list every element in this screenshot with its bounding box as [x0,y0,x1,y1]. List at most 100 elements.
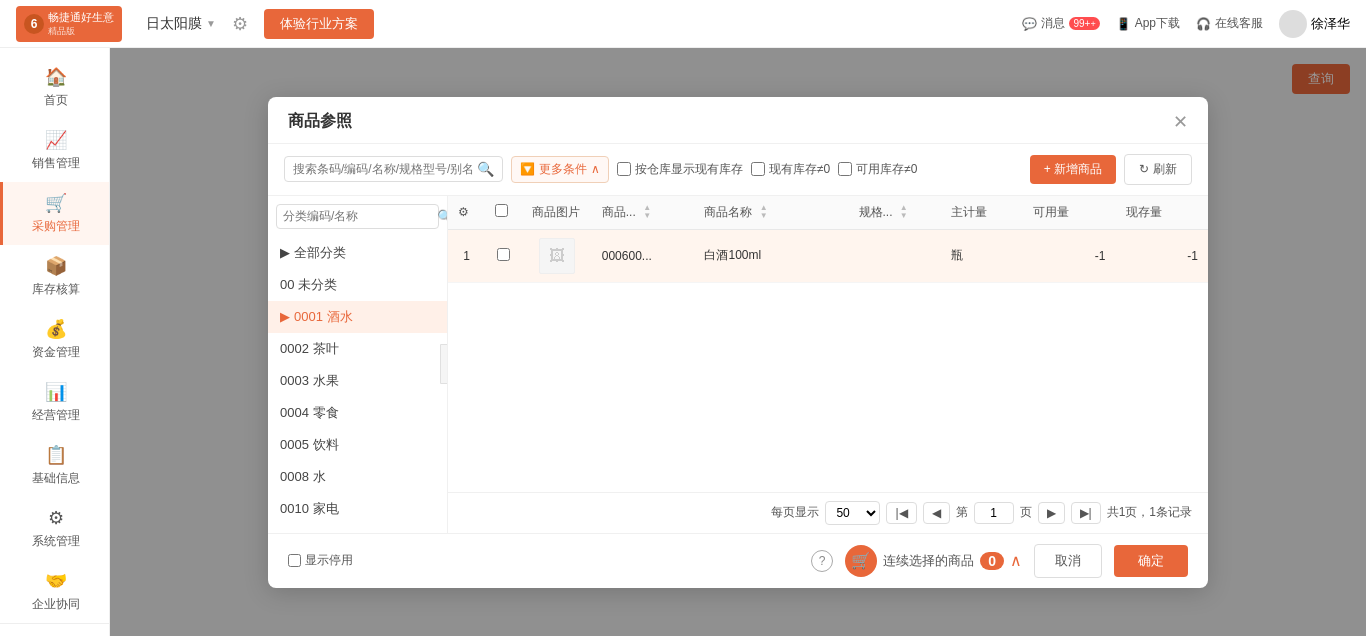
page-number-input[interactable] [974,502,1014,524]
logo-sub: 精品版 [48,25,114,38]
col-avail-label: 可用量 [1033,205,1069,219]
category-item-all[interactable]: ▶ 全部分类 [268,237,447,269]
cart-area: 🛒 连续选择的商品 0 ∧ [845,545,1022,577]
category-search-input[interactable] [283,209,433,223]
modal-header: 商品参照 ✕ [268,97,1208,144]
phone-icon: 📱 [1116,17,1131,31]
category-item-0005[interactable]: 0005 饮料 [268,429,447,461]
search-icon[interactable]: 🔍 [477,161,494,177]
category-label-0010: 0010 家电 [280,500,339,518]
cancel-button[interactable]: 取消 [1034,544,1102,578]
category-item-0008[interactable]: 0008 水 [268,461,447,493]
show-disabled-input[interactable] [288,554,301,567]
collapse-cart-icon[interactable]: ∧ [1010,551,1022,570]
category-label-0005: 0005 饮料 [280,436,339,454]
modal-title: 商品参照 [288,111,352,132]
page-next-button[interactable]: ▶ [1038,502,1065,524]
sidebar-item-sales[interactable]: 📈 销售管理 [0,119,109,182]
filter-more-button[interactable]: 🔽 更多条件 ∧ [511,156,609,183]
sidebar-label-home: 首页 [44,92,68,109]
page-first-button[interactable]: |◀ [886,502,916,524]
cart-label: 连续选择的商品 [883,552,974,570]
row-select-checkbox[interactable] [497,248,510,261]
sidebar-item-collab[interactable]: 🤝 企业协同 [0,560,109,623]
col-header-unit[interactable]: 主计量 [941,196,1023,230]
sidebar-item-inventory[interactable]: 📦 库存核算 [0,245,109,308]
warehouse-stock-checkbox[interactable]: 按仓库显示现有库存 [617,161,743,178]
add-product-button[interactable]: + 新增商品 [1030,155,1116,184]
select-all-checkbox[interactable] [495,204,508,217]
category-item-0004[interactable]: 0004 零食 [268,397,447,429]
col-header-settings[interactable]: ⚙ [448,196,485,230]
product-search-box: 🔍 [284,156,503,182]
customer-service-label: 在线客服 [1215,15,1263,32]
show-disabled-checkbox[interactable]: 显示停用 [288,552,353,569]
category-item-0010[interactable]: 0010 家电 [268,493,447,525]
refresh-label: 刷新 [1153,161,1177,178]
refresh-button[interactable]: ↻ 刷新 [1124,154,1192,185]
cart-icon[interactable]: 🛒 [845,545,877,577]
col-unit-label: 主计量 [951,205,987,219]
sidebar-item-basic[interactable]: 📋 基础信息 [0,434,109,497]
page-last-button[interactable]: ▶| [1071,502,1101,524]
col-header-spec[interactable]: 规格... ▲▼ [849,196,941,230]
table-scroll-area[interactable]: ⚙ 商品图片 商品... [448,196,1208,492]
col-header-name[interactable]: 商品名称 ▲▼ [694,196,848,230]
message-badge: 99++ [1069,17,1099,30]
customer-service-action[interactable]: 🎧 在线客服 [1196,15,1263,32]
row-name: 白酒100ml [694,229,848,282]
chevron-down-icon: ▼ [206,18,216,29]
help-icon[interactable]: ? [811,550,833,572]
warehouse-stock-input[interactable] [617,162,631,176]
category-item-0001[interactable]: ▶ 0001 酒水 [268,301,447,333]
product-table: ⚙ 商品图片 商品... [448,196,1208,283]
message-action[interactable]: 💬 消息 99++ [1022,15,1099,32]
sidebar-item-purchase[interactable]: 🛒 采购管理 [0,182,109,245]
app-download-action[interactable]: 📱 App下载 [1116,15,1180,32]
sidebar-item-finance[interactable]: 💰 资金管理 [0,308,109,371]
modal-toolbar: 🔍 🔽 更多条件 ∧ 按仓库显示现有库存 现有库存≠0 [268,144,1208,196]
stock-ne0-checkbox[interactable]: 现有库存≠0 [751,161,830,178]
category-search-icon[interactable]: 🔍 [437,209,448,224]
category-item-0003[interactable]: 0003 水果 [268,365,447,397]
col-header-code[interactable]: 商品... ▲▼ [592,196,695,230]
col-header-avail[interactable]: 可用量 [1023,196,1115,230]
stock-ne0-input[interactable] [751,162,765,176]
avatar [1279,10,1307,38]
product-search-input[interactable] [293,162,473,176]
col-header-stock[interactable]: 现存量 [1116,196,1209,230]
sidebar-label-finance: 资金管理 [32,344,80,361]
page-size-select[interactable]: 50 10 20 100 [825,501,880,525]
sidebar-item-business[interactable]: 📊 经营管理 [0,371,109,434]
refresh-icon: ↻ [1139,162,1149,176]
row-img-cell: 🖼 [522,229,592,282]
sidebar-item-system[interactable]: ⚙ 系统管理 [0,497,109,560]
message-icon: 💬 [1022,17,1037,31]
category-item-00[interactable]: 00 未分类 [268,269,447,301]
table-row[interactable]: 1 🖼 000600... 白酒100ml [448,229,1208,282]
nav-dropdown[interactable]: 日太阳膜 ▼ [146,15,216,33]
gear-icon[interactable]: ⚙ [228,9,252,39]
row-checkbox-cell[interactable] [485,229,522,282]
category-label-0004: 0004 零食 [280,404,339,422]
home-icon: 🏠 [45,66,67,88]
sidebar-item-home[interactable]: 🏠 首页 [0,56,109,119]
page-size-label: 每页显示 [771,504,819,521]
modal-close-button[interactable]: ✕ [1173,111,1188,133]
page-prev-button[interactable]: ◀ [923,502,950,524]
pagination-bar: 每页显示 50 10 20 100 |◀ ◀ 第 页 [448,492,1208,533]
user-avatar-area[interactable]: 徐泽华 [1279,10,1350,38]
category-item-0002[interactable]: 0002 茶叶 [268,333,447,365]
trial-button[interactable]: 体验行业方案 [264,9,374,39]
confirm-button[interactable]: 确定 [1114,545,1188,577]
col-stock-label: 现存量 [1126,205,1162,219]
sidebar-item-guide[interactable]: 🎯 新手引导 [0,632,109,636]
filter-label: 更多条件 [539,161,587,178]
avail-ne0-checkbox[interactable]: 可用库存≠0 [838,161,917,178]
row-settings: 1 [448,229,485,282]
collapse-panel-button[interactable]: 《 [440,344,448,384]
finance-icon: 💰 [45,318,67,340]
main-layout: 🏠 首页 📈 销售管理 🛒 采购管理 📦 库存核算 💰 资金管理 📊 经营管理 … [0,48,1366,636]
category-panel: 🔍 ▶ 全部分类 00 未分类 ▶ 0001 酒水 [268,196,448,533]
avail-ne0-input[interactable] [838,162,852,176]
